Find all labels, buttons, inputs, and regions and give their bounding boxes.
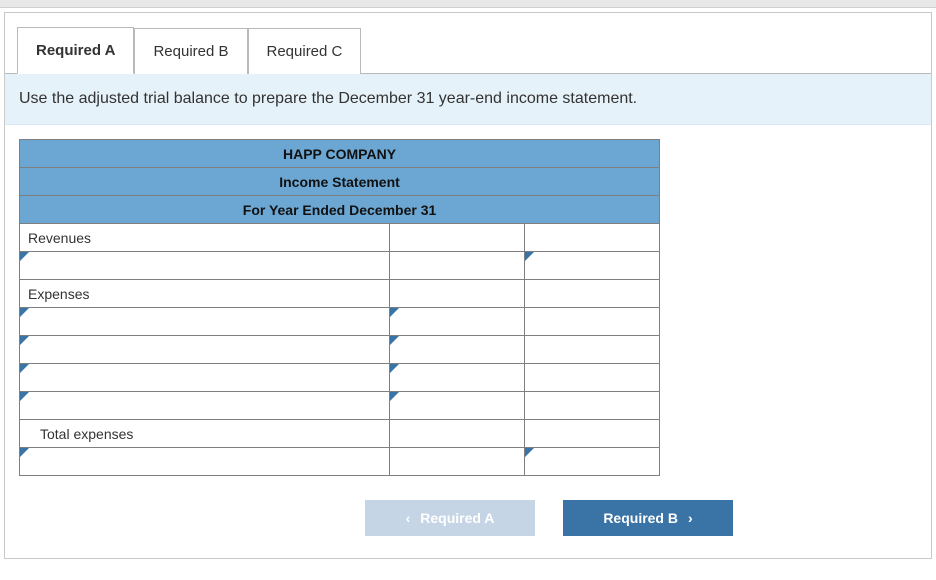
row-expense-item-2: [20, 336, 660, 364]
top-toolbar-strip: [0, 0, 936, 8]
next-button-label: Required B: [603, 510, 678, 526]
instruction-text: Use the adjusted trial balance to prepar…: [5, 74, 931, 125]
expense-account-input[interactable]: [20, 308, 390, 336]
header-period: For Year Ended December 31: [20, 196, 660, 224]
dropdown-indicator-icon: [20, 392, 29, 401]
dropdown-indicator-icon: [390, 308, 399, 317]
empty-cell: [525, 280, 660, 308]
dropdown-indicator-icon: [20, 308, 29, 317]
empty-cell: [525, 224, 660, 252]
empty-cell: [390, 448, 525, 476]
row-revenue-item-1: [20, 252, 660, 280]
dropdown-indicator-icon: [390, 364, 399, 373]
next-button[interactable]: Required B ›: [563, 500, 733, 536]
expense-account-input[interactable]: [20, 364, 390, 392]
tab-required-c[interactable]: Required C: [248, 28, 362, 74]
dropdown-indicator-icon: [20, 364, 29, 373]
expenses-label: Expenses: [20, 280, 390, 308]
dropdown-indicator-icon: [525, 448, 534, 457]
empty-cell: [390, 280, 525, 308]
expense-amount-input[interactable]: [390, 364, 525, 392]
dropdown-indicator-icon: [20, 252, 29, 261]
empty-cell: [525, 336, 660, 364]
row-expense-item-3: [20, 364, 660, 392]
header-company: HAPP COMPANY: [20, 140, 660, 168]
expense-account-input[interactable]: [20, 336, 390, 364]
expense-account-input[interactable]: [20, 392, 390, 420]
dropdown-indicator-icon: [390, 336, 399, 345]
empty-cell: [390, 252, 525, 280]
row-expense-item-4: [20, 392, 660, 420]
expense-amount-input[interactable]: [390, 392, 525, 420]
empty-cell: [390, 224, 525, 252]
net-result-label-input[interactable]: [20, 448, 390, 476]
total-expenses-label: Total expenses: [20, 420, 390, 448]
row-revenues-label: Revenues: [20, 224, 660, 252]
tab-strip: Required A Required B Required C: [5, 13, 931, 74]
prev-button: ‹ Required A: [365, 500, 535, 536]
row-expenses-label: Expenses: [20, 280, 660, 308]
expense-amount-input[interactable]: [390, 336, 525, 364]
revenues-label: Revenues: [20, 224, 390, 252]
row-total-expenses: Total expenses: [20, 420, 660, 448]
question-panel: Required A Required B Required C Use the…: [4, 12, 932, 559]
prev-button-label: Required A: [420, 510, 494, 526]
empty-cell: [525, 308, 660, 336]
worksheet-area: HAPP COMPANY Income Statement For Year E…: [5, 125, 931, 484]
empty-cell: [525, 392, 660, 420]
chevron-right-icon: ›: [688, 510, 693, 526]
total-expenses-subtotal: [390, 420, 525, 448]
empty-cell: [525, 364, 660, 392]
dropdown-indicator-icon: [525, 252, 534, 261]
row-expense-item-1: [20, 308, 660, 336]
tab-required-a[interactable]: Required A: [17, 27, 134, 74]
header-title: Income Statement: [20, 168, 660, 196]
nav-button-row: ‹ Required A Required B ›: [365, 500, 917, 536]
net-result-amount-input[interactable]: [525, 448, 660, 476]
row-net-income: [20, 448, 660, 476]
dropdown-indicator-icon: [20, 448, 29, 457]
dropdown-indicator-icon: [20, 336, 29, 345]
income-statement-table: HAPP COMPANY Income Statement For Year E…: [19, 139, 660, 476]
total-expenses-amount: [525, 420, 660, 448]
revenue-amount-input[interactable]: [525, 252, 660, 280]
expense-amount-input[interactable]: [390, 308, 525, 336]
dropdown-indicator-icon: [390, 392, 399, 401]
tab-required-b[interactable]: Required B: [134, 28, 247, 74]
revenue-account-input[interactable]: [20, 252, 390, 280]
chevron-left-icon: ‹: [406, 510, 411, 526]
